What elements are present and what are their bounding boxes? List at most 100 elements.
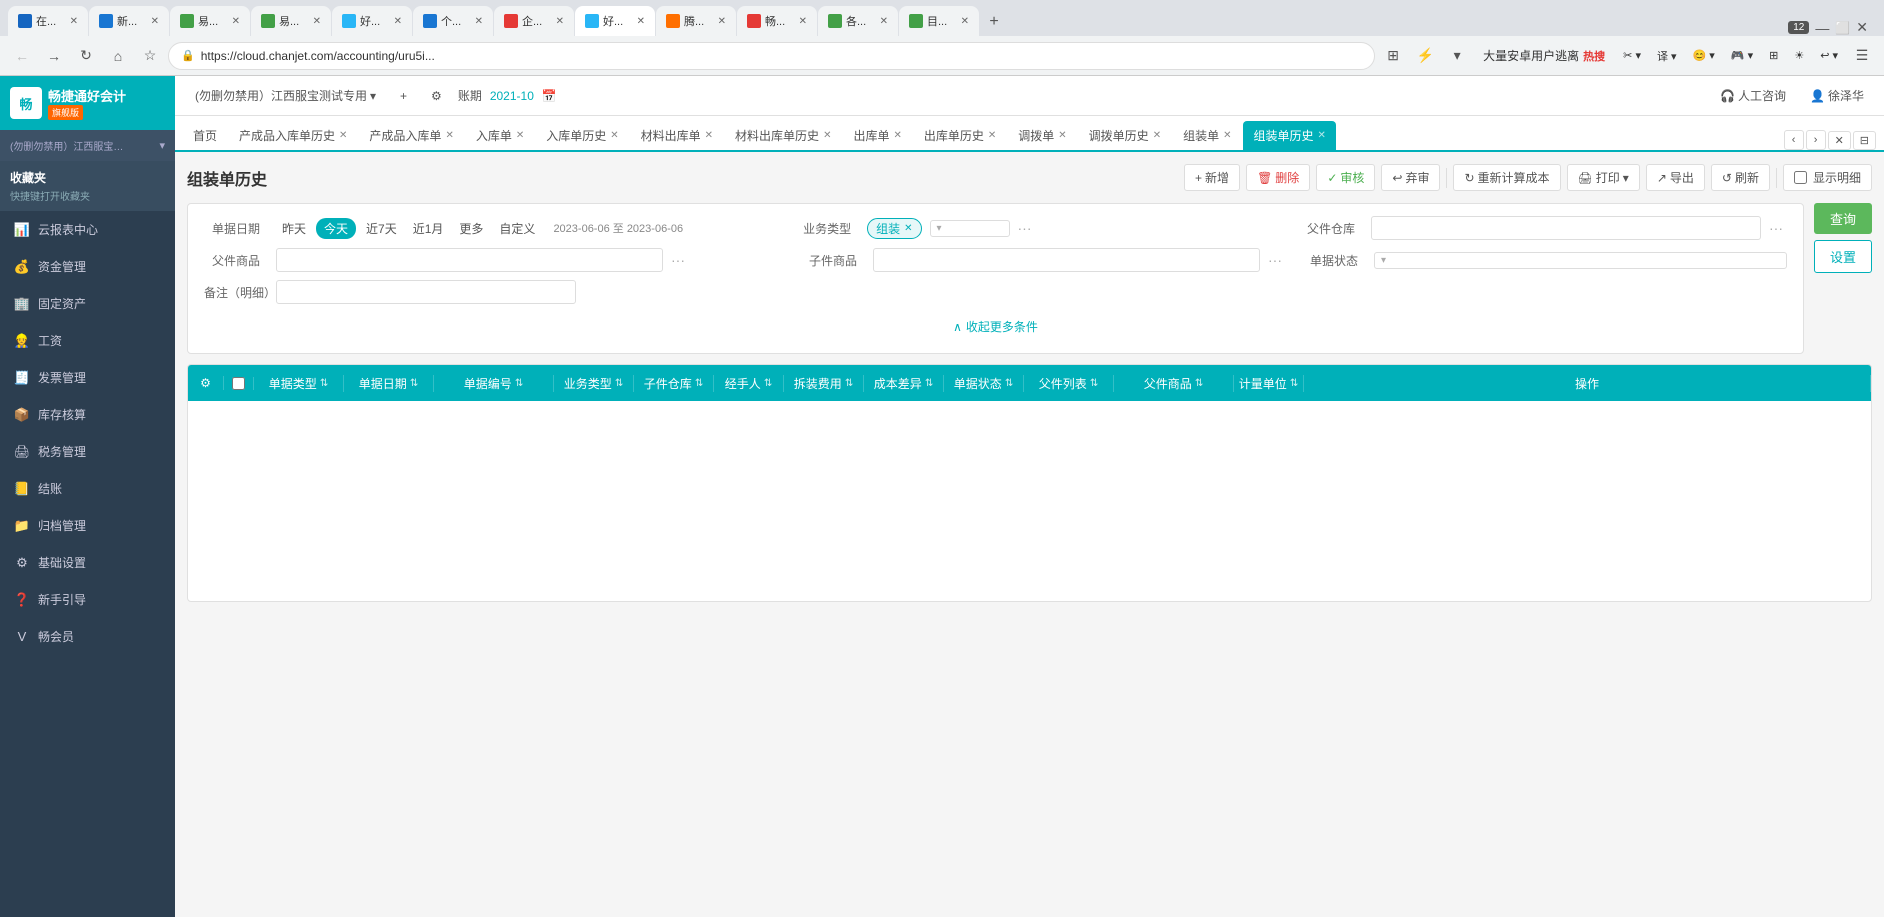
favorites-hint[interactable]: 快捷键打开收藏夹 — [10, 188, 165, 203]
add-new-button[interactable]: + — [392, 86, 415, 106]
browser-maximize[interactable]: ⬜ — [1835, 21, 1850, 35]
child-goods-input[interactable] — [873, 248, 1260, 272]
sidebar-item-fixed-assets[interactable]: 🏢 固定资产 — [0, 285, 175, 322]
bookmark-button[interactable]: ☆ — [136, 42, 164, 70]
undo-button[interactable]: ↩ ▾ — [1814, 42, 1844, 70]
sidebar-item-funds[interactable]: 💰 资金管理 — [0, 248, 175, 285]
parent-goods-input[interactable] — [276, 248, 663, 272]
browser-close[interactable]: ✕ — [1856, 19, 1868, 36]
tab-close-5[interactable]: ✕ — [394, 16, 402, 27]
tab-close-1[interactable]: ✕ — [70, 16, 78, 27]
th-cost-diff[interactable]: 成本差异 ⇅ — [864, 375, 944, 392]
home-button[interactable]: ⌂ — [104, 42, 132, 70]
tab-in-order-close[interactable]: ✕ — [516, 130, 524, 141]
scissors-button[interactable]: ✂ ▾ — [1617, 42, 1647, 70]
tab-product-in-history-close[interactable]: ✕ — [339, 130, 347, 141]
browser-minimize[interactable]: — — [1815, 20, 1829, 36]
browser-tab-1[interactable]: 在... ✕ — [8, 6, 88, 36]
parent-warehouse-dots[interactable]: ··· — [1765, 220, 1787, 236]
recalc-cost-button[interactable]: ↻ 重新计算成本 — [1453, 164, 1560, 191]
sidebar-item-reports[interactable]: 📊 云报表中心 — [0, 211, 175, 248]
sidebar-item-membership[interactable]: V 畅会员 — [0, 618, 175, 655]
biz-type-select[interactable]: ▾ — [930, 220, 1010, 237]
tab-transfer[interactable]: 调拨单 ✕ — [1008, 121, 1076, 150]
sidebar-item-archive[interactable]: 📁 归档管理 — [0, 507, 175, 544]
tab-assembly-history[interactable]: 组装单历史 ✕ — [1243, 121, 1335, 150]
parent-warehouse-input[interactable] — [1371, 216, 1761, 240]
tab-transfer-close[interactable]: ✕ — [1058, 130, 1066, 141]
note-input[interactable] — [276, 280, 576, 304]
collapse-bar[interactable]: ∧ 收起更多条件 — [204, 312, 1787, 341]
search-bar[interactable]: 大量安卓用户逃离 热搜 — [1475, 47, 1613, 64]
sidebar-item-invoice[interactable]: 🧾 发票管理 — [0, 359, 175, 396]
th-order-type[interactable]: 单据类型 ⇅ — [254, 375, 344, 392]
th-biz-type[interactable]: 业务类型 ⇅ — [554, 375, 634, 392]
tab-in-history[interactable]: 入库单历史 ✕ — [536, 121, 628, 150]
sidebar-item-payroll[interactable]: 👷 工资 — [0, 322, 175, 359]
dropdown-button[interactable]: ▾ — [1443, 42, 1471, 70]
new-tab-button[interactable]: + — [980, 8, 1008, 36]
th-parent-list[interactable]: 父件列表 ⇅ — [1024, 375, 1114, 392]
lightning-button[interactable]: ⚡ — [1411, 42, 1439, 70]
biz-type-tag-close[interactable]: ✕ — [904, 223, 912, 234]
browser-tab-7[interactable]: 企... ✕ — [494, 6, 574, 36]
tab-close-9[interactable]: ✕ — [718, 16, 726, 27]
th-parent-goods[interactable]: 父件商品 ⇅ — [1114, 375, 1234, 392]
browser-tab-8[interactable]: 好... ✕ — [575, 6, 655, 36]
company-selector[interactable]: (勿删勿禁用）江西服宝测试专用 ▾ — [187, 84, 384, 107]
print-button[interactable]: 🖨 打印 ▾ — [1567, 164, 1640, 191]
add-order-button[interactable]: + 新增 — [1184, 164, 1240, 191]
th-order-no[interactable]: 单据编号 ⇅ — [434, 375, 554, 392]
help-button[interactable]: 🎧 人工咨询 — [1712, 84, 1794, 107]
show-detail-checkbox-label[interactable]: 显示明细 — [1783, 164, 1872, 191]
browser-tab-11[interactable]: 各... ✕ — [818, 6, 898, 36]
tab-product-in-history[interactable]: 产成品入库单历史 ✕ — [229, 121, 357, 150]
date-btn-more[interactable]: 更多 — [453, 218, 489, 239]
tab-material-out[interactable]: 材料出库单 ✕ — [631, 121, 723, 150]
tab-scroll-left[interactable]: ‹ — [1784, 130, 1804, 150]
export-button[interactable]: ↗ 导出 — [1646, 164, 1705, 191]
delete-button[interactable]: 🗑 删除 — [1246, 164, 1310, 191]
apps-button[interactable]: ⊞ — [1763, 42, 1784, 70]
tab-out-order-close[interactable]: ✕ — [893, 130, 901, 141]
query-button[interactable]: 查询 — [1814, 203, 1872, 234]
tab-assembly-close[interactable]: ✕ — [1223, 130, 1231, 141]
tab-close-2[interactable]: ✕ — [151, 16, 159, 27]
tab-in-history-close[interactable]: ✕ — [610, 130, 618, 141]
tab-material-out-close[interactable]: ✕ — [705, 130, 713, 141]
address-bar[interactable]: 🔒 https://cloud.chanjet.com/accounting/u… — [168, 42, 1375, 70]
tab-assembly-history-close[interactable]: ✕ — [1318, 130, 1326, 141]
browser-tab-5[interactable]: 好... ✕ — [332, 6, 412, 36]
sidebar-item-inventory[interactable]: 📦 库存核算 — [0, 396, 175, 433]
unapprove-button[interactable]: ↩ 弃审 — [1381, 164, 1440, 191]
tab-close-6[interactable]: ✕ — [475, 16, 483, 27]
th-unit[interactable]: 计量单位 ⇅ — [1234, 375, 1304, 392]
th-handler[interactable]: 经手人 ⇅ — [714, 375, 784, 392]
tab-close-11[interactable]: ✕ — [880, 16, 888, 27]
date-btn-7days[interactable]: 近7天 — [360, 218, 403, 239]
tab-material-out-history-close[interactable]: ✕ — [823, 130, 831, 141]
tab-close-3[interactable]: ✕ — [232, 16, 240, 27]
th-order-status[interactable]: 单据状态 ⇅ — [944, 375, 1024, 392]
tab-home[interactable]: 首页 — [183, 121, 227, 150]
tab-transfer-history-close[interactable]: ✕ — [1153, 130, 1161, 141]
tab-close-7[interactable]: ✕ — [556, 16, 564, 27]
order-status-select[interactable]: ▾ — [1374, 252, 1787, 269]
approve-button[interactable]: ✓ 审核 — [1316, 164, 1375, 191]
th-order-date[interactable]: 单据日期 ⇅ — [344, 375, 434, 392]
tab-close-4[interactable]: ✕ — [313, 16, 321, 27]
game-button[interactable]: 🎮 ▾ — [1725, 42, 1759, 70]
date-btn-1month[interactable]: 近1月 — [407, 218, 450, 239]
tab-close-12[interactable]: ✕ — [961, 16, 969, 27]
translate-button[interactable]: 译 ▾ — [1651, 42, 1683, 70]
tab-material-out-history[interactable]: 材料出库单历史 ✕ — [725, 121, 841, 150]
sidebar-item-settings[interactable]: ⚙ 基础设置 — [0, 544, 175, 581]
sidebar-logo[interactable]: 畅 畅捷通好会计 旗舰版 — [0, 76, 175, 130]
th-checkbox[interactable] — [224, 377, 254, 390]
tab-transfer-history[interactable]: 调拨单历史 ✕ — [1079, 121, 1171, 150]
biz-type-more-dots[interactable]: ··· — [1014, 220, 1036, 236]
browser-tab-3[interactable]: 易... ✕ — [170, 6, 250, 36]
reload-button[interactable]: ↻ — [72, 42, 100, 70]
brightness-button[interactable]: ☀ — [1788, 42, 1810, 70]
tab-close-10[interactable]: ✕ — [799, 16, 807, 27]
